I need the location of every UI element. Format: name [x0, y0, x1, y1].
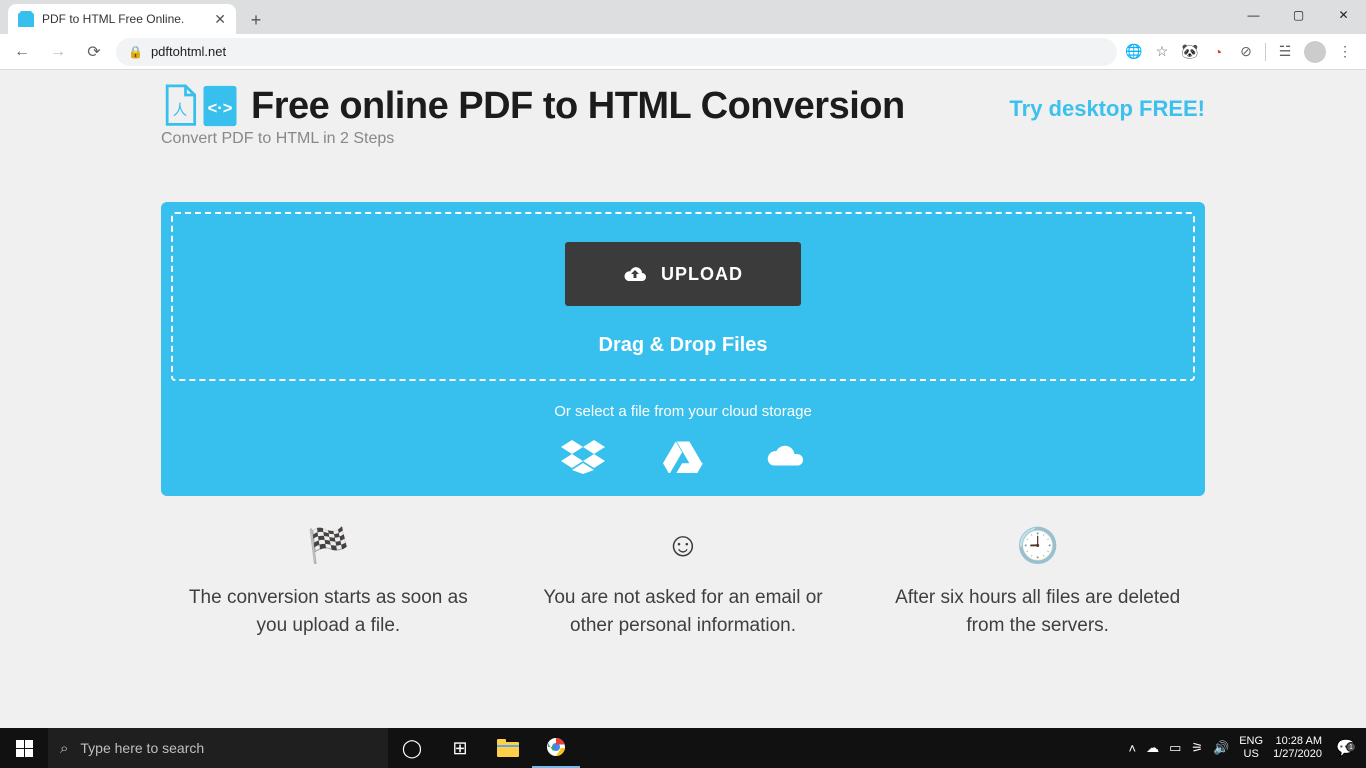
- start-button[interactable]: [0, 728, 48, 768]
- language-indicator[interactable]: ENG US: [1239, 735, 1263, 760]
- address-bar: ← → ⟳ 🔒 pdftohtml.net 🌐 ☆ 🐼 ◔ ⊘ ☱ ⋮: [0, 34, 1366, 70]
- feature-text: You are not asked for an email or other …: [516, 584, 851, 639]
- lang-primary: ENG: [1239, 735, 1263, 748]
- reading-list-icon[interactable]: ☱: [1276, 43, 1294, 61]
- volume-icon[interactable]: 🔊: [1213, 740, 1229, 756]
- tab-title: PDF to HTML Free Online.: [42, 12, 206, 26]
- onedrive-icon[interactable]: [761, 438, 805, 474]
- svg-text:<·>: <·>: [208, 99, 233, 117]
- translate-icon[interactable]: 🌐: [1125, 43, 1143, 61]
- omnibox[interactable]: 🔒 pdftohtml.net: [116, 38, 1117, 66]
- features-row: 🏁 The conversion starts as soon as you u…: [161, 526, 1205, 639]
- lock-icon: 🔒: [128, 45, 143, 59]
- smile-icon: ☺: [516, 526, 851, 570]
- search-placeholder: Type here to search: [80, 740, 204, 756]
- favicon-icon: [18, 11, 34, 27]
- file-explorer-icon[interactable]: [484, 728, 532, 768]
- upload-button-label: UPLOAD: [661, 264, 743, 285]
- clock-time: 10:28 AM: [1273, 735, 1322, 748]
- cortana-icon[interactable]: ◯: [388, 728, 436, 768]
- cloud-upload-icon: [623, 263, 647, 285]
- clock-date: 1/27/2020: [1273, 748, 1322, 761]
- chrome-taskbar-icon[interactable]: [532, 728, 580, 768]
- clock-icon: 🕘: [870, 526, 1205, 570]
- tab-strip: PDF to HTML Free Online. ✕ + — ▢ ✕: [0, 0, 1366, 34]
- svg-text:人: 人: [173, 102, 188, 119]
- extension-icons: 🌐 ☆ 🐼 ◔ ⊘ ☱ ⋮: [1125, 41, 1358, 63]
- html-icon: <·>: [201, 84, 239, 128]
- page-title: Free online PDF to HTML Conversion: [251, 85, 905, 128]
- battery-icon[interactable]: ▭: [1169, 740, 1181, 756]
- page-subtitle: Convert PDF to HTML in 2 Steps: [161, 130, 1205, 148]
- taskbar-search[interactable]: ⌕ Type here to search: [48, 728, 388, 768]
- feature-text: After six hours all files are deleted fr…: [870, 584, 1205, 639]
- extension-icon-3[interactable]: ⊘: [1237, 43, 1255, 61]
- extension-icon-2[interactable]: ◔: [1209, 43, 1227, 61]
- maximize-button[interactable]: ▢: [1276, 0, 1321, 30]
- windows-taskbar: ⌕ Type here to search ◯ ⊞ ˄ ☁ ▭ ⚞ 🔊 ENG …: [0, 728, 1366, 768]
- window-controls: — ▢ ✕: [1231, 0, 1366, 30]
- back-button[interactable]: ←: [8, 38, 36, 66]
- feature-speed: 🏁 The conversion starts as soon as you u…: [161, 526, 496, 639]
- feature-text: The conversion starts as soon as you upl…: [161, 584, 496, 639]
- flag-icon: 🏁: [161, 526, 496, 570]
- extension-icon-1[interactable]: 🐼: [1181, 43, 1199, 61]
- dropbox-icon[interactable]: [561, 438, 605, 474]
- lang-secondary: US: [1239, 748, 1263, 761]
- reload-button[interactable]: ⟳: [80, 38, 108, 66]
- try-desktop-link[interactable]: Try desktop FREE!: [1009, 84, 1205, 122]
- pdf-icon: 人: [161, 84, 199, 128]
- new-tab-button[interactable]: +: [242, 6, 270, 34]
- search-icon: ⌕: [60, 740, 68, 757]
- clock[interactable]: 10:28 AM 1/27/2020: [1273, 735, 1322, 760]
- minimize-button[interactable]: —: [1231, 0, 1276, 30]
- divider: [1265, 43, 1266, 61]
- upload-button[interactable]: UPLOAD: [565, 242, 801, 306]
- feature-autodelete: 🕘 After six hours all files are deleted …: [870, 526, 1205, 639]
- forward-button[interactable]: →: [44, 38, 72, 66]
- task-view-icon[interactable]: ⊞: [436, 728, 484, 768]
- tray-chevron-icon[interactable]: ˄: [1128, 741, 1136, 756]
- feature-privacy: ☺ You are not asked for an email or othe…: [516, 526, 851, 639]
- cloud-storage-text: Or select a file from your cloud storage: [171, 403, 1195, 420]
- close-tab-icon[interactable]: ✕: [214, 11, 226, 28]
- onedrive-tray-icon[interactable]: ☁: [1146, 740, 1159, 756]
- bookmark-icon[interactable]: ☆: [1153, 43, 1171, 61]
- profile-avatar[interactable]: [1304, 41, 1326, 63]
- system-tray: ˄ ☁ ▭ ⚞ 🔊 ENG US 10:28 AM 1/27/2020 💬1: [1122, 728, 1366, 768]
- taskbar-pinned: ◯ ⊞: [388, 728, 580, 768]
- logo: 人 <·> Free online PDF to HTML Conversion: [161, 84, 905, 128]
- page-content: 人 <·> Free online PDF to HTML Conversion…: [0, 70, 1366, 728]
- upload-panel: UPLOAD Drag & Drop Files Or select a fil…: [161, 202, 1205, 496]
- google-drive-icon[interactable]: [661, 438, 705, 474]
- windows-icon: [16, 740, 33, 757]
- url-text: pdftohtml.net: [151, 44, 226, 59]
- action-center-icon[interactable]: 💬1: [1332, 738, 1360, 758]
- wifi-icon[interactable]: ⚞: [1191, 740, 1203, 756]
- browser-chrome: PDF to HTML Free Online. ✕ + — ▢ ✕ ← → ⟳…: [0, 0, 1366, 70]
- browser-tab[interactable]: PDF to HTML Free Online. ✕: [8, 4, 236, 34]
- chrome-menu-icon[interactable]: ⋮: [1336, 43, 1354, 61]
- drop-zone[interactable]: UPLOAD Drag & Drop Files: [171, 212, 1195, 381]
- close-window-button[interactable]: ✕: [1321, 0, 1366, 30]
- drag-drop-text: Drag & Drop Files: [173, 334, 1193, 357]
